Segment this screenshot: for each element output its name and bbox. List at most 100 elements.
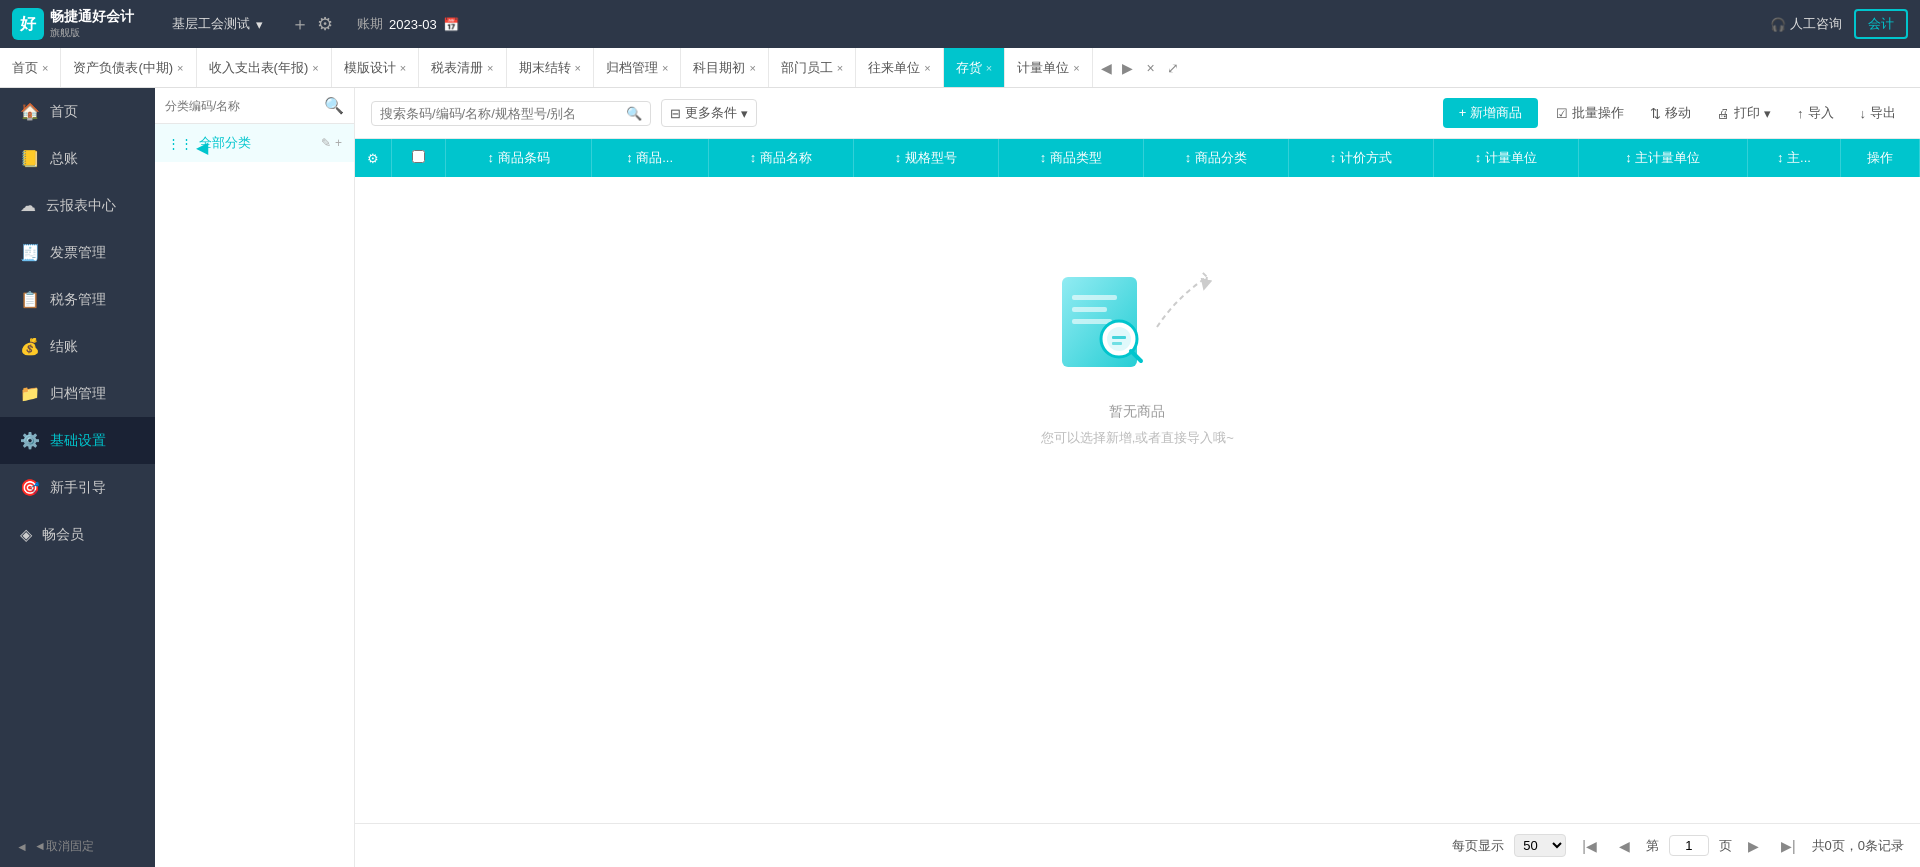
main-layout: 🏠 首页 📒 总账 ☁ 云报表中心 🧾 发票管理 📋 税务管理 💰 结账 📁 归… [0, 88, 1920, 867]
close-all-tabs-icon[interactable]: × [1141, 60, 1161, 76]
tab-template[interactable]: 模版设计 × [332, 48, 419, 87]
page-last-btn[interactable]: ▶| [1775, 836, 1802, 856]
expand-tab-icon[interactable]: ⤢ [1161, 60, 1185, 76]
tab-tax-close[interactable]: × [487, 62, 493, 74]
move-label: 移动 [1665, 104, 1691, 122]
th-pricing[interactable]: ↕ 计价方式 [1288, 139, 1433, 177]
export-label: 导出 [1870, 104, 1896, 122]
left-panel-collapse-btn[interactable]: ◀ [196, 138, 208, 157]
product-search-input[interactable] [380, 106, 620, 121]
tab-archive[interactable]: 归档管理 × [594, 48, 681, 87]
tab-inventory[interactable]: 存货 × [944, 48, 1005, 87]
tab-template-close[interactable]: × [400, 62, 406, 74]
tab-subject-close[interactable]: × [749, 62, 755, 74]
th-settings[interactable]: ⚙ [355, 139, 391, 177]
sidebar-item-settlement[interactable]: 💰 结账 [0, 323, 155, 370]
left-panel-actions: ✎ + [321, 136, 342, 150]
more-filter-btn[interactable]: ⊟ 更多条件 ▾ [661, 99, 757, 127]
sidebar-item-member[interactable]: ◈ 畅会员 [0, 511, 155, 558]
sidebar-item-guide[interactable]: 🎯 新手引导 [0, 464, 155, 511]
top-header: 好 畅捷通好会计 旗舰版 基层工会测试 ▾ ＋ ⚙ 账期 2023-03 📅 🎧… [0, 0, 1920, 48]
tab-unit-close[interactable]: × [1073, 62, 1079, 74]
th-name[interactable]: ↕ 商品名称 [708, 139, 853, 177]
page-prev-btn[interactable]: ◀ [1613, 836, 1636, 856]
tab-balance-sheet[interactable]: 资产负债表(中期) × [61, 48, 196, 87]
tab-home-close[interactable]: × [42, 62, 48, 74]
invoice-icon: 🧾 [20, 243, 40, 262]
svg-rect-3 [1072, 319, 1112, 324]
reports-icon: ☁ [20, 196, 36, 215]
select-all-checkbox[interactable] [412, 150, 425, 163]
th-unit[interactable]: ↕ 计量单位 [1433, 139, 1578, 177]
tab-archive-close[interactable]: × [662, 62, 668, 74]
tax-icon: 📋 [20, 290, 40, 309]
import-btn[interactable]: ↑ 导入 [1789, 100, 1842, 126]
workspace-selector[interactable]: 基层工会测试 ▾ [164, 11, 271, 37]
left-panel: 🔍 ⋮⋮ 全部分类 ✎ + ◀ [155, 88, 355, 867]
sidebar-item-archive[interactable]: 📁 归档管理 [0, 370, 155, 417]
th-type[interactable]: ↕ 商品类型 [998, 139, 1143, 177]
add-product-button[interactable]: + 新增商品 [1443, 98, 1538, 128]
add-tab-icon[interactable]: ＋ [291, 12, 309, 36]
tab-balance-sheet-close[interactable]: × [177, 62, 183, 74]
settlement-icon: 💰 [20, 337, 40, 356]
tab-prev-icon[interactable]: ◀ [1097, 58, 1116, 78]
calendar-icon[interactable]: 📅 [443, 17, 459, 32]
sidebar-item-tax[interactable]: 📋 税务管理 [0, 276, 155, 323]
tab-period-close-btn[interactable]: × [575, 62, 581, 74]
sidebar-item-general-ledger[interactable]: 📒 总账 [0, 135, 155, 182]
tab-department-label: 部门员工 [781, 59, 833, 77]
sidebar-item-basic-settings[interactable]: ⚙️ 基础设置 [0, 417, 155, 464]
category-add-icon[interactable]: + [335, 136, 342, 150]
per-page-select[interactable]: 50 10 20 100 [1514, 834, 1566, 857]
tab-department-close[interactable]: × [837, 62, 843, 74]
th-spec[interactable]: ↕ 规格型号 [853, 139, 998, 177]
sidebar-reports-label: 云报表中心 [46, 197, 116, 215]
th-barcode[interactable]: ↕ 商品条码 [446, 139, 591, 177]
category-search-input[interactable] [165, 99, 318, 113]
tab-inventory-close[interactable]: × [986, 62, 992, 74]
tab-income[interactable]: 收入支出表(年报) × [197, 48, 332, 87]
category-all-item[interactable]: ⋮⋮ 全部分类 ✎ + [155, 124, 354, 162]
category-edit-icon[interactable]: ✎ [321, 136, 331, 150]
tab-subject[interactable]: 科目期初 × [681, 48, 768, 87]
tab-next-icon[interactable]: ▶ [1118, 58, 1137, 78]
pin-label: ◄取消固定 [34, 838, 94, 855]
tab-income-close[interactable]: × [312, 62, 318, 74]
sidebar-invoice-label: 发票管理 [50, 244, 106, 262]
tab-unit[interactable]: 计量单位 × [1005, 48, 1092, 87]
left-panel-search: 🔍 [155, 88, 354, 124]
account-button[interactable]: 会计 [1854, 9, 1908, 39]
th-checkbox[interactable] [391, 139, 446, 177]
tab-tax[interactable]: 税表清册 × [419, 48, 506, 87]
page-next-btn[interactable]: ▶ [1742, 836, 1765, 856]
sidebar-ledger-label: 总账 [50, 150, 78, 168]
settings-icon[interactable]: ⚙ [317, 13, 333, 35]
th-sub[interactable]: ↕ 主... [1747, 139, 1840, 177]
sidebar-item-invoice[interactable]: 🧾 发票管理 [0, 229, 155, 276]
export-btn[interactable]: ↓ 导出 [1852, 100, 1905, 126]
th-category[interactable]: ↕ 商品分类 [1143, 139, 1288, 177]
tab-inventory-label: 存货 [956, 59, 982, 77]
tab-department[interactable]: 部门员工 × [769, 48, 856, 87]
batch-action-btn[interactable]: ☑ 批量操作 [1548, 100, 1632, 126]
search-icon[interactable]: 🔍 [324, 96, 344, 115]
th-code[interactable]: ↕ 商品... [591, 139, 708, 177]
table-settings-icon[interactable]: ⚙ [367, 151, 379, 166]
sidebar-item-reports[interactable]: ☁ 云报表中心 [0, 182, 155, 229]
human-consult-btn[interactable]: 🎧 人工咨询 [1770, 15, 1842, 33]
page-number-input[interactable] [1669, 835, 1709, 856]
th-main-unit[interactable]: ↕ 主计量单位 [1578, 139, 1747, 177]
tab-home[interactable]: 首页 × [0, 48, 61, 87]
tab-contacts[interactable]: 往来单位 × [856, 48, 943, 87]
tab-period-close[interactable]: 期末结转 × [507, 48, 594, 87]
tab-contacts-label: 往来单位 [868, 59, 920, 77]
product-search-icon[interactable]: 🔍 [626, 106, 642, 121]
sidebar-pin-btn[interactable]: ◄ ◄取消固定 [0, 826, 155, 867]
print-chevron-icon: ▾ [1764, 106, 1771, 121]
print-btn[interactable]: 🖨 打印 ▾ [1709, 100, 1779, 126]
page-first-btn[interactable]: |◀ [1576, 836, 1603, 856]
sidebar-item-home[interactable]: 🏠 首页 [0, 88, 155, 135]
move-btn[interactable]: ⇅ 移动 [1642, 100, 1699, 126]
tab-contacts-close[interactable]: × [924, 62, 930, 74]
